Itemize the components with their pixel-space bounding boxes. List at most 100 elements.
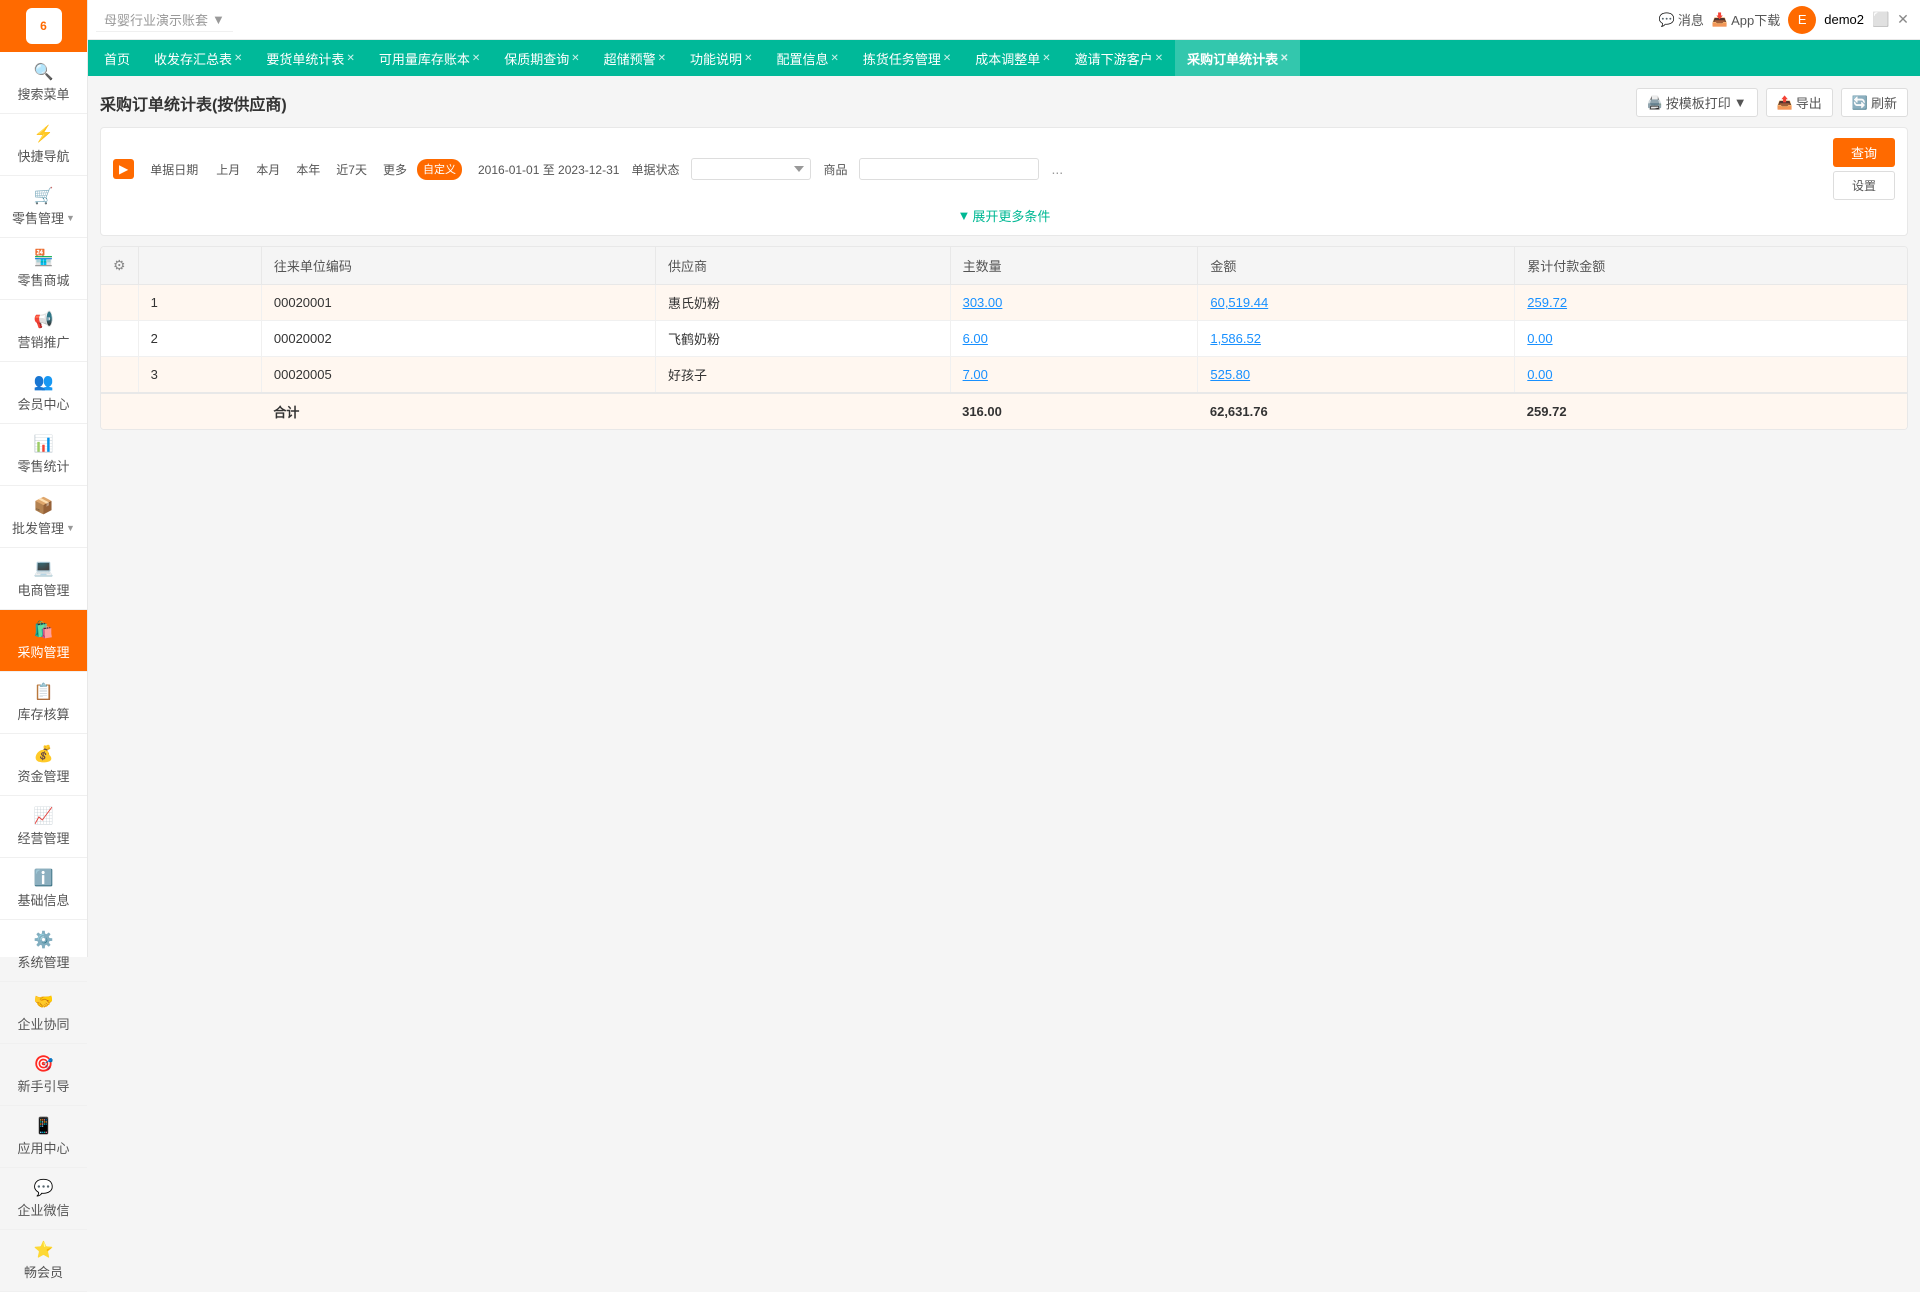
th-paid-amount: 累计付款金额 xyxy=(1515,247,1907,285)
sidebar-item-retail-stats[interactable]: 📊 零售统计 xyxy=(0,424,87,486)
sidebar-item-business[interactable]: 📈 经营管理 xyxy=(0,796,87,858)
date-btn-this-year[interactable]: 本年 xyxy=(290,159,326,180)
refresh-button[interactable]: 🔄 刷新 xyxy=(1841,88,1908,117)
window-close-btn[interactable]: ✕ xyxy=(1894,11,1912,29)
app-download-btn[interactable]: 📥 App下载 xyxy=(1712,10,1780,29)
sidebar-item-label: 搜索菜单 xyxy=(17,84,69,103)
close-icon[interactable]: ✕ xyxy=(943,53,951,64)
sidebar-item-basic-info[interactable]: ℹ️ 基础信息 xyxy=(0,858,87,920)
sidebar-item-wholesale[interactable]: 📦 批发管理 ▼ xyxy=(0,486,87,548)
close-icon[interactable]: ✕ xyxy=(346,53,354,64)
row-amount[interactable]: 60,519.44 xyxy=(1198,285,1515,321)
date-btn-last-month[interactable]: 上月 xyxy=(210,159,246,180)
row-paid-amount[interactable]: 0.00 xyxy=(1515,357,1907,394)
row-unit-code: 00020005 xyxy=(261,357,655,394)
close-icon[interactable]: ✕ xyxy=(1280,53,1288,64)
sidebar-item-quick-nav[interactable]: ⚡ 快捷导航 xyxy=(0,114,87,176)
close-icon[interactable]: ✕ xyxy=(234,53,242,64)
sidebar-item-finance[interactable]: 💰 资金管理 xyxy=(0,734,87,796)
marketing-icon: 📢 xyxy=(34,310,54,330)
query-button[interactable]: 查询 xyxy=(1833,138,1895,167)
sidebar-item-system[interactable]: ⚙️ 系统管理 xyxy=(0,920,87,982)
date-btn-more[interactable]: 更多 xyxy=(377,159,413,180)
goods-label: 商品 xyxy=(823,161,847,178)
sidebar-item-purchase[interactable]: 🛍️ 采购管理 xyxy=(0,610,87,672)
row-main-qty[interactable]: 6.00 xyxy=(950,321,1198,357)
goods-more-icon[interactable]: ... xyxy=(1051,161,1063,177)
row-paid-amount[interactable]: 0.00 xyxy=(1515,321,1907,357)
top-nav: 母婴行业演示账套 ▼ 💬 消息 📥 App下载 E demo2 ⬜ ✕ xyxy=(88,0,1920,40)
sidebar-item-inventory[interactable]: 📋 库存核算 xyxy=(0,672,87,734)
th-unit-code: 往来单位编码 xyxy=(261,247,655,285)
date-btn-7days[interactable]: 近7天 xyxy=(330,159,373,180)
table-footer: 合计 316.00 62,631.76 259.72 xyxy=(101,393,1907,429)
secnav-tab-label: 收发存汇总表 xyxy=(154,49,232,68)
sidebar-item-enterprise-wechat[interactable]: 💬 企业微信 xyxy=(0,1168,87,1230)
close-icon[interactable]: ✕ xyxy=(658,53,666,64)
secnav-tab-func-desc[interactable]: 功能说明 ✕ xyxy=(678,40,764,76)
row-settings-cell xyxy=(101,357,138,394)
sidebar-item-retail-shop[interactable]: 🏪 零售商城 xyxy=(0,238,87,300)
secnav-tab-invite[interactable]: 邀请下游客户 ✕ xyxy=(1063,40,1175,76)
row-amount[interactable]: 1,586.52 xyxy=(1198,321,1515,357)
sidebar-item-search[interactable]: 🔍 搜索菜单 xyxy=(0,52,87,114)
close-icon[interactable]: ✕ xyxy=(1042,53,1050,64)
avatar[interactable]: E xyxy=(1788,6,1816,34)
sidebar-item-enterprise[interactable]: 🤝 企业协同 xyxy=(0,982,87,1044)
close-icon[interactable]: ✕ xyxy=(472,53,480,64)
close-icon[interactable]: ✕ xyxy=(1155,53,1163,64)
ecommerce-icon: 💻 xyxy=(34,558,54,578)
close-icon[interactable]: ✕ xyxy=(830,53,838,64)
export-icon: 📤 xyxy=(1777,95,1793,111)
date-btn-this-month[interactable]: 本月 xyxy=(250,159,286,180)
refresh-icon: 🔄 xyxy=(1852,95,1868,111)
secnav-tab-order-stats[interactable]: 要货单统计表 ✕ xyxy=(254,40,366,76)
sidebar-item-label: 企业微信 xyxy=(17,1200,69,1219)
secnav-tab-expiry[interactable]: 保质期查询 ✕ xyxy=(492,40,591,76)
message-label: 消息 xyxy=(1678,10,1704,29)
row-settings-cell xyxy=(101,285,138,321)
secnav-tab-cost-adjust[interactable]: 成本调整单 ✕ xyxy=(963,40,1062,76)
chevron-down-icon: ▼ xyxy=(66,213,75,223)
secnav-home[interactable]: 首页 xyxy=(92,40,142,76)
sidebar-item-label: 企业协同 xyxy=(17,1014,69,1033)
sidebar-item-app-center[interactable]: 📱 应用中心 xyxy=(0,1106,87,1168)
secnav-tab-overstock[interactable]: 超储预警 ✕ xyxy=(592,40,678,76)
purchase-icon: 🛍️ xyxy=(34,620,54,640)
expand-filter-btn[interactable]: ▼ 展开更多条件 xyxy=(958,206,1051,225)
home-label: 首页 xyxy=(104,49,130,68)
refresh-label: 刷新 xyxy=(1871,93,1897,112)
goods-input[interactable] xyxy=(859,158,1039,180)
column-settings-icon[interactable]: ⚙ xyxy=(113,257,126,273)
close-icon[interactable]: ✕ xyxy=(744,53,752,64)
row-seq: 1 xyxy=(138,285,261,321)
sidebar-item-new-guide[interactable]: 🎯 新手引导 xyxy=(0,1044,87,1106)
window-restore-btn[interactable]: ⬜ xyxy=(1872,11,1890,29)
message-btn[interactable]: 💬 消息 xyxy=(1659,10,1704,29)
sidebar-item-marketing[interactable]: 📢 营销推广 xyxy=(0,300,87,362)
settings-button[interactable]: 设置 xyxy=(1833,171,1895,200)
secnav-tab-receive-summary[interactable]: 收发存汇总表 ✕ xyxy=(142,40,254,76)
status-select[interactable] xyxy=(691,158,811,180)
chevron-down-icon: ▼ xyxy=(66,523,75,533)
secnav-tab-available-stock[interactable]: 可用量库存账本 ✕ xyxy=(367,40,492,76)
status-label: 单据状态 xyxy=(631,161,679,178)
sidebar-item-vip[interactable]: ⭐ 畅会员 xyxy=(0,1230,87,1292)
sidebar-item-ecommerce[interactable]: 💻 电商管理 xyxy=(0,548,87,610)
secnav-tab-purchase-summary[interactable]: 采购订单统计表 ✕ xyxy=(1175,40,1300,76)
row-main-qty[interactable]: 303.00 xyxy=(950,285,1198,321)
footer-label-cell: 合计 xyxy=(261,393,655,429)
row-paid-amount[interactable]: 259.72 xyxy=(1515,285,1907,321)
secnav-tab-label: 保质期查询 xyxy=(504,49,569,68)
row-main-qty[interactable]: 7.00 xyxy=(950,357,1198,394)
sidebar-item-member[interactable]: 👥 会员中心 xyxy=(0,362,87,424)
filter-toggle-btn[interactable]: ▶ xyxy=(113,159,134,179)
secnav-tab-pick-task[interactable]: 拣货任务管理 ✕ xyxy=(851,40,963,76)
sidebar-item-retail-mgmt[interactable]: 🛒 零售管理 ▼ xyxy=(0,176,87,238)
secnav-tab-config[interactable]: 配置信息 ✕ xyxy=(764,40,850,76)
close-icon[interactable]: ✕ xyxy=(571,53,579,64)
row-amount[interactable]: 525.80 xyxy=(1198,357,1515,394)
template-print-button[interactable]: 🖨️ 按模板打印 ▼ xyxy=(1636,88,1758,117)
custom-date-tag[interactable]: 自定义 xyxy=(417,159,462,180)
export-button[interactable]: 📤 导出 xyxy=(1766,88,1833,117)
